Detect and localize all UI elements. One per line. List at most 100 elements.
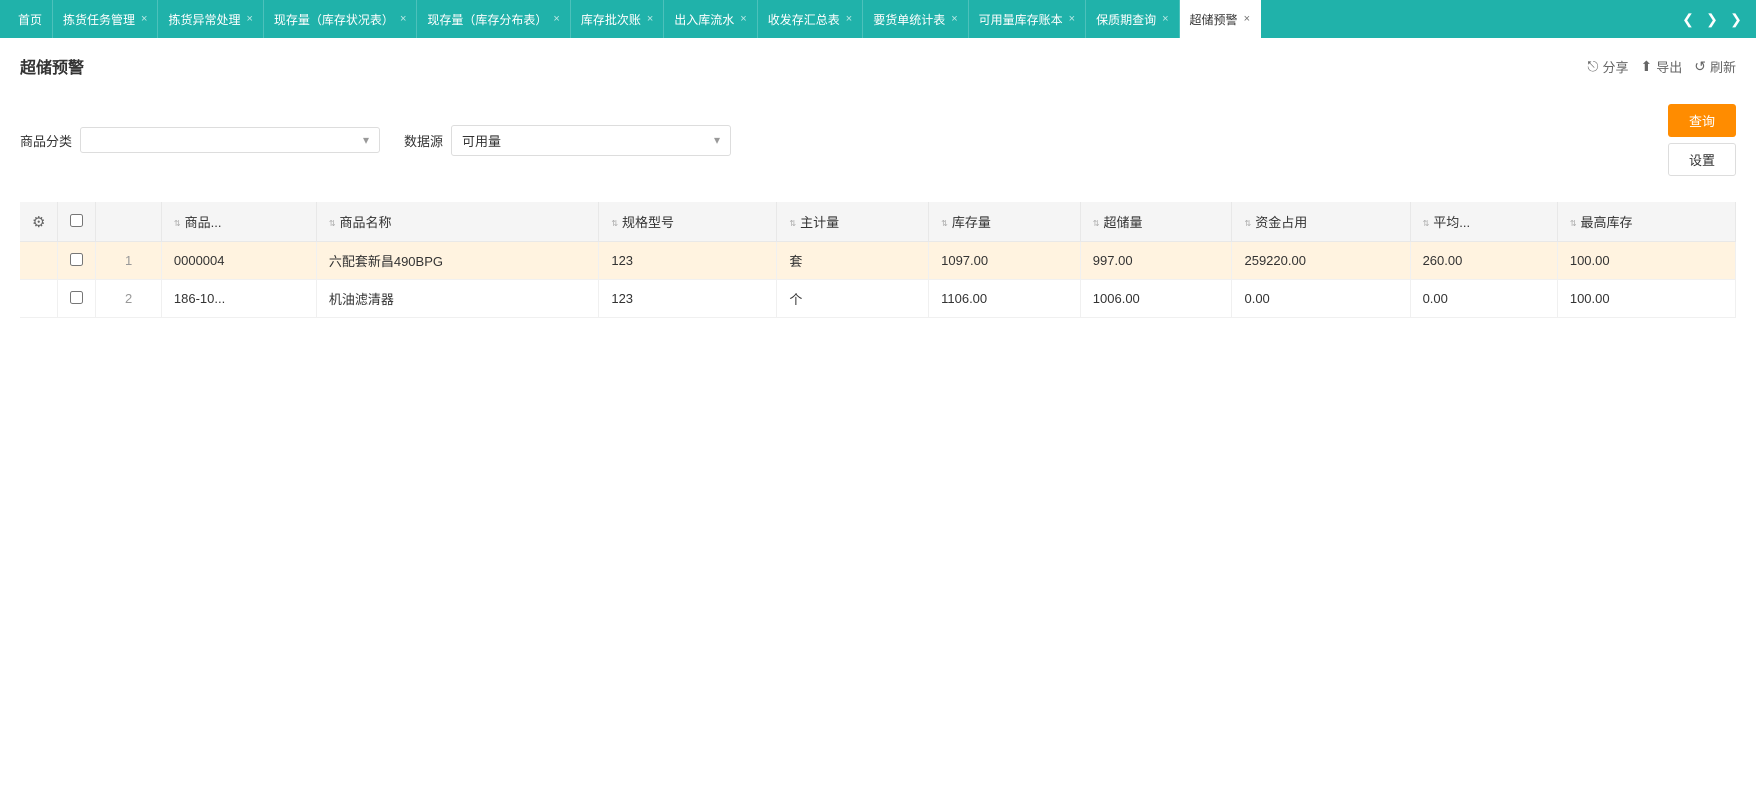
close-tab-overstock-alert-icon[interactable]: ×: [1244, 13, 1250, 25]
nav-tab-order-stats[interactable]: 要货单统计表×: [863, 0, 968, 38]
close-tab-exception-handle-icon[interactable]: ×: [246, 13, 252, 25]
close-tab-recv-send-summary-icon[interactable]: ×: [846, 13, 852, 25]
col-header-unit[interactable]: ⇅主计量: [777, 202, 929, 242]
sort-icon-unit: ⇅: [789, 220, 796, 228]
datasource-select[interactable]: 可用量 ▾: [451, 125, 731, 156]
row-stock-qty-0: 1097.00: [929, 242, 1081, 280]
col-header-product-code[interactable]: ⇅商品...: [161, 202, 316, 242]
export-icon: ⬆: [1641, 58, 1653, 75]
close-tab-batch-account-icon[interactable]: ×: [647, 13, 653, 25]
col-header-stock-qty[interactable]: ⇅库存量: [929, 202, 1081, 242]
close-tab-in-out-flow-icon[interactable]: ×: [740, 13, 746, 25]
row-capital-occ-1: 0.00: [1232, 280, 1410, 318]
col-header-product-name[interactable]: ⇅商品名称: [316, 202, 599, 242]
page-title: 超储预警: [20, 54, 84, 78]
sort-icon-overstock: ⇅: [1093, 220, 1100, 228]
col-header-max-stock[interactable]: ⇅最高库存: [1557, 202, 1735, 242]
row-capital-occ-0: 259220.00: [1232, 242, 1410, 280]
nav-tab-inventory-dist[interactable]: 现存量（库存分布表）×: [417, 0, 570, 38]
row-overstock-qty-0: 997.00: [1080, 242, 1232, 280]
row-max-stock-0: 100.00: [1557, 242, 1735, 280]
select-all-checkbox[interactable]: [70, 214, 83, 227]
nav-tab-quality-check[interactable]: 保质期查询×: [1086, 0, 1179, 38]
refresh-icon: ↺: [1694, 58, 1706, 75]
table-row: 2 186-10... 机油滤清器 123 个 1106.00 1006.00 …: [20, 280, 1736, 318]
datasource-filter-group: 数据源 可用量 ▾: [404, 125, 731, 156]
row-stock-qty-1: 1106.00: [929, 280, 1081, 318]
nav-tab-batch-account[interactable]: 库存批次账×: [571, 0, 664, 38]
datasource-value: 可用量: [462, 131, 501, 150]
col-header-row-num: [96, 202, 161, 242]
col-header-avg[interactable]: ⇅平均...: [1410, 202, 1557, 242]
row-checkbox-0[interactable]: [70, 253, 83, 266]
nav-tab-task-mgmt[interactable]: 拣货任务管理×: [53, 0, 158, 38]
row-gear-cell-0: [20, 242, 58, 280]
nav-next-arrow[interactable]: ❯: [1700, 0, 1724, 38]
col-header-spec[interactable]: ⇅规格型号: [599, 202, 777, 242]
sort-icon-stock: ⇅: [941, 220, 948, 228]
sort-icon-spec: ⇅: [611, 220, 618, 228]
nav-tab-overstock-alert[interactable]: 超储预警×: [1180, 0, 1261, 38]
page-header: 超储预警 ⎋ 分享 ⬆ 导出 ↺ 刷新: [20, 54, 1736, 78]
query-button[interactable]: 查询: [1668, 104, 1736, 137]
table-gear-icon[interactable]: ⚙: [32, 214, 45, 231]
category-filter-group: 商品分类 ▾: [20, 127, 380, 153]
refresh-button[interactable]: ↺ 刷新: [1694, 57, 1736, 76]
nav-tab-recv-send-summary[interactable]: 收发存汇总表×: [758, 0, 863, 38]
col-header-gear[interactable]: ⚙: [20, 202, 58, 242]
datasource-label: 数据源: [404, 131, 443, 150]
nav-tab-exception-handle[interactable]: 拣货异常处理×: [158, 0, 263, 38]
close-tab-inventory-status-icon[interactable]: ×: [400, 13, 406, 25]
nav-more-arrow[interactable]: ❯: [1724, 0, 1748, 38]
table-header-row: ⚙ ⇅商品... ⇅商品名称 ⇅规格型号 ⇅主计量: [20, 202, 1736, 242]
category-select[interactable]: ▾: [80, 127, 380, 153]
nav-tab-avail-account[interactable]: 可用量库存账本×: [969, 0, 1086, 38]
category-label: 商品分类: [20, 131, 72, 150]
top-nav: 首页拣货任务管理×拣货异常处理×现存量（库存状况表）×现存量（库存分布表）×库存…: [0, 0, 1756, 38]
row-product-name-1: 机油滤清器: [316, 280, 599, 318]
col-header-overstock-qty[interactable]: ⇅超储量: [1080, 202, 1232, 242]
sort-icon-product-name: ⇅: [329, 220, 336, 228]
row-gear-cell-1: [20, 280, 58, 318]
close-tab-task-mgmt-icon[interactable]: ×: [141, 13, 147, 25]
sort-icon-avg: ⇅: [1423, 220, 1430, 228]
table-row: 1 0000004 六配套新昌490BPG 123 套 1097.00 997.…: [20, 242, 1736, 280]
sort-icon-product-code: ⇅: [174, 220, 181, 228]
share-button[interactable]: ⎋ 分享: [1587, 57, 1628, 76]
col-header-capital-occ[interactable]: ⇅资金占用: [1232, 202, 1410, 242]
filter-buttons: 查询 设置: [1668, 104, 1736, 176]
row-overstock-qty-1: 1006.00: [1080, 280, 1232, 318]
row-checkbox-cell-1[interactable]: [58, 280, 96, 318]
row-unit-1: 个: [777, 280, 929, 318]
row-product-code-1: 186-10...: [161, 280, 316, 318]
close-tab-inventory-dist-icon[interactable]: ×: [553, 13, 559, 25]
page-actions: ⎋ 分享 ⬆ 导出 ↺ 刷新: [1587, 57, 1736, 76]
row-num-1: 2: [96, 280, 161, 318]
row-spec-1: 123: [599, 280, 777, 318]
close-tab-avail-account-icon[interactable]: ×: [1069, 13, 1075, 25]
row-checkbox-cell-0[interactable]: [58, 242, 96, 280]
row-product-code-0: 0000004: [161, 242, 316, 280]
data-table: ⚙ ⇅商品... ⇅商品名称 ⇅规格型号 ⇅主计量: [20, 202, 1736, 318]
export-button[interactable]: ⬆ 导出: [1641, 57, 1683, 76]
row-avg-1: 0.00: [1410, 280, 1557, 318]
datasource-chevron-icon: ▾: [714, 133, 720, 147]
col-header-checkbox[interactable]: [58, 202, 96, 242]
nav-tab-inventory-status[interactable]: 现存量（库存状况表）×: [264, 0, 417, 38]
nav-tab-in-out-flow[interactable]: 出入库流水×: [664, 0, 757, 38]
share-icon: ⎋: [1587, 58, 1598, 75]
category-chevron-icon: ▾: [363, 133, 369, 147]
sort-icon-max-stock: ⇅: [1570, 220, 1577, 228]
sort-icon-capital: ⇅: [1244, 220, 1251, 228]
settings-button[interactable]: 设置: [1668, 143, 1736, 176]
row-num-0: 1: [96, 242, 161, 280]
nav-prev-arrow[interactable]: ❮: [1676, 0, 1700, 38]
row-max-stock-1: 100.00: [1557, 280, 1735, 318]
close-tab-quality-check-icon[interactable]: ×: [1162, 13, 1168, 25]
row-checkbox-1[interactable]: [70, 291, 83, 304]
row-product-name-0: 六配套新昌490BPG: [316, 242, 599, 280]
close-tab-order-stats-icon[interactable]: ×: [951, 13, 957, 25]
row-unit-0: 套: [777, 242, 929, 280]
nav-tab-home[interactable]: 首页: [8, 0, 53, 38]
row-avg-0: 260.00: [1410, 242, 1557, 280]
